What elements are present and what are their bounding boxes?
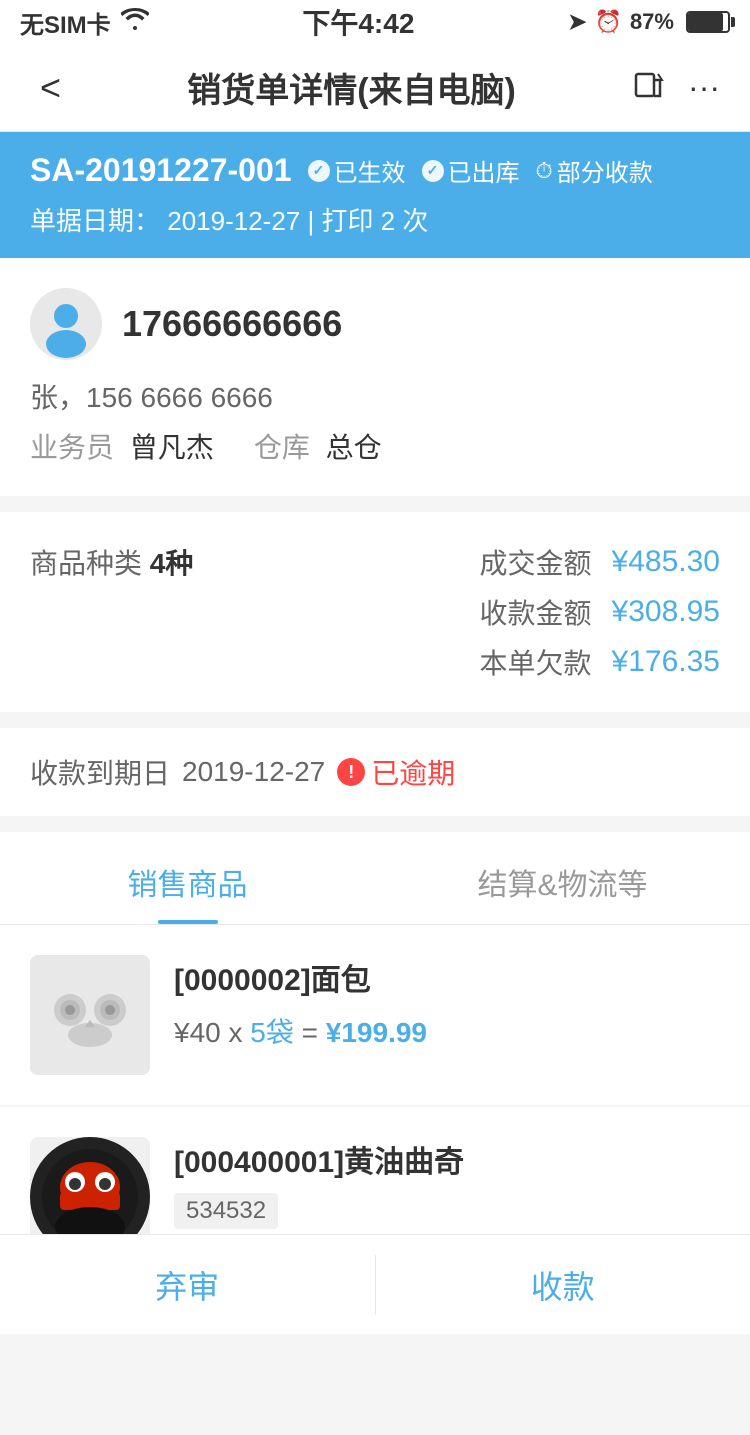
product-price-row-1: ¥40 x 5袋 = ¥199.99 [174,1011,720,1051]
battery-icon [686,11,730,33]
status-effective: ✓ 已生效 [308,153,406,188]
debt-row: 本单欠款 ¥176.35 [480,642,720,682]
amount-label: 成交金额 [480,542,592,582]
print-info: | 打印 2 次 [307,206,428,236]
debt-value: ¥176.35 [612,645,720,679]
status-shipped-label: 已出库 [448,153,520,188]
alarm-icon: ⏰ [595,9,622,35]
customer-meta: 业务员 曾凡杰 仓库 总仓 [30,426,720,466]
collect-button[interactable]: 收款 [376,1235,750,1334]
customer-row: 17666666666 [30,288,720,360]
list-item: [0000002]面包 ¥40 x 5袋 = ¥199.99 [0,925,750,1105]
order-date-row: 单据日期： 2019-12-27 | 打印 2 次 [30,201,720,238]
signal-text: 无SIM卡 [20,5,111,40]
category-label: 商品种类 [30,548,142,579]
bottom-bar: 弃审 收款 [0,1234,750,1334]
wifi-icon [121,8,149,37]
status-shipped: ✓ 已出库 [422,153,520,188]
cancel-button[interactable]: 弃审 [0,1235,375,1334]
tabs-section: 销售商品 结算&物流等 [0,832,750,925]
status-bar-right: ➤ ⏰ 87% [568,9,730,35]
warehouse-name: 总仓 [326,432,382,463]
debt-label: 本单欠款 [480,642,592,682]
tab-settlement-label: 结算&物流等 [477,869,647,902]
received-label: 收款金额 [480,592,592,632]
product-qty-1: 5袋 [250,1017,294,1048]
product-batch: 534532 [174,1193,278,1229]
order-date: 2019-12-27 [167,206,300,236]
received-row: 收款金额 ¥308.95 [480,592,720,632]
status-bar-left: 无SIM卡 [20,5,149,40]
overdue-badge: ! 已逾期 [337,752,455,792]
product-thumb-1 [30,955,150,1075]
status-effective-label: 已生效 [334,153,406,188]
order-id-row: SA-20191227-001 ✓ 已生效 ✓ 已出库 ⏱ 部分收款 [30,152,720,189]
nav-right: ··· [632,66,720,110]
tab-settlement[interactable]: 结算&物流等 [375,832,750,924]
more-button[interactable]: ··· [688,69,720,106]
location-icon: ➤ [568,9,586,35]
warehouse-label: 仓库 [254,432,310,463]
nav-bar: < 销货单详情(来自电脑) ··· [0,44,750,132]
customer-phone: 17666666666 [122,303,342,345]
status-partial-label: 部分收款 [557,153,653,188]
overdue-icon: ! [337,758,365,786]
product-price-1: ¥40 [174,1017,221,1048]
status-bar: 无SIM卡 下午4:42 ➤ ⏰ 87% [0,0,750,44]
clock-icon: ⏱ [536,158,553,184]
check-icon-2: ✓ [422,160,444,182]
due-date: 2019-12-27 [182,756,325,788]
due-label: 收款到期日 [30,752,170,792]
product-name-1: [0000002]面包 [174,955,720,999]
tab-products[interactable]: 销售商品 [0,832,375,924]
stats-right: 成交金额 ¥485.30 收款金额 ¥308.95 本单欠款 ¥176.35 [480,542,720,682]
product-info-1: [0000002]面包 ¥40 x 5袋 = ¥199.99 [174,955,720,1051]
product-name-2: [000400001]黄油曲奇 [174,1137,720,1181]
check-icon-1: ✓ [308,160,330,182]
received-value: ¥308.95 [612,595,720,629]
overdue-text: 已逾期 [371,752,455,792]
sales-name: 曾凡杰 [130,432,214,463]
sales-info: 业务员 曾凡杰 [30,426,214,466]
order-id: SA-20191227-001 [30,152,292,189]
sales-label: 业务员 [30,432,114,463]
order-header: SA-20191227-001 ✓ 已生效 ✓ 已出库 ⏱ 部分收款 单据日期：… [0,132,750,258]
battery-text: 87% [630,9,674,35]
amount-row: 成交金额 ¥485.30 [480,542,720,582]
amount-value: ¥485.30 [612,545,720,579]
category-count: 4种 [150,548,194,579]
share-button[interactable] [632,66,668,110]
date-label: 单据日期： [30,206,160,236]
page-title: 销货单详情(来自电脑) [187,63,516,112]
category-item: 商品种类 4种 [30,542,193,582]
customer-avatar [30,288,102,360]
stats-section: 商品种类 4种 成交金额 ¥485.30 收款金额 ¥308.95 本单欠款 ¥… [0,512,750,712]
customer-name: 张，156 6666 6666 [30,376,720,416]
due-section: 收款到期日 2019-12-27 ! 已逾期 [0,728,750,816]
product-total-1: ¥199.99 [326,1017,427,1048]
status-partial: ⏱ 部分收款 [536,153,653,188]
warehouse-info: 仓库 总仓 [254,426,382,466]
status-time: 下午4:42 [302,2,414,42]
customer-section: 17666666666 张，156 6666 6666 业务员 曾凡杰 仓库 总… [0,258,750,496]
stats-left: 商品种类 4种 [30,542,193,582]
back-button[interactable]: < [30,57,71,119]
tab-products-label: 销售商品 [128,869,248,902]
